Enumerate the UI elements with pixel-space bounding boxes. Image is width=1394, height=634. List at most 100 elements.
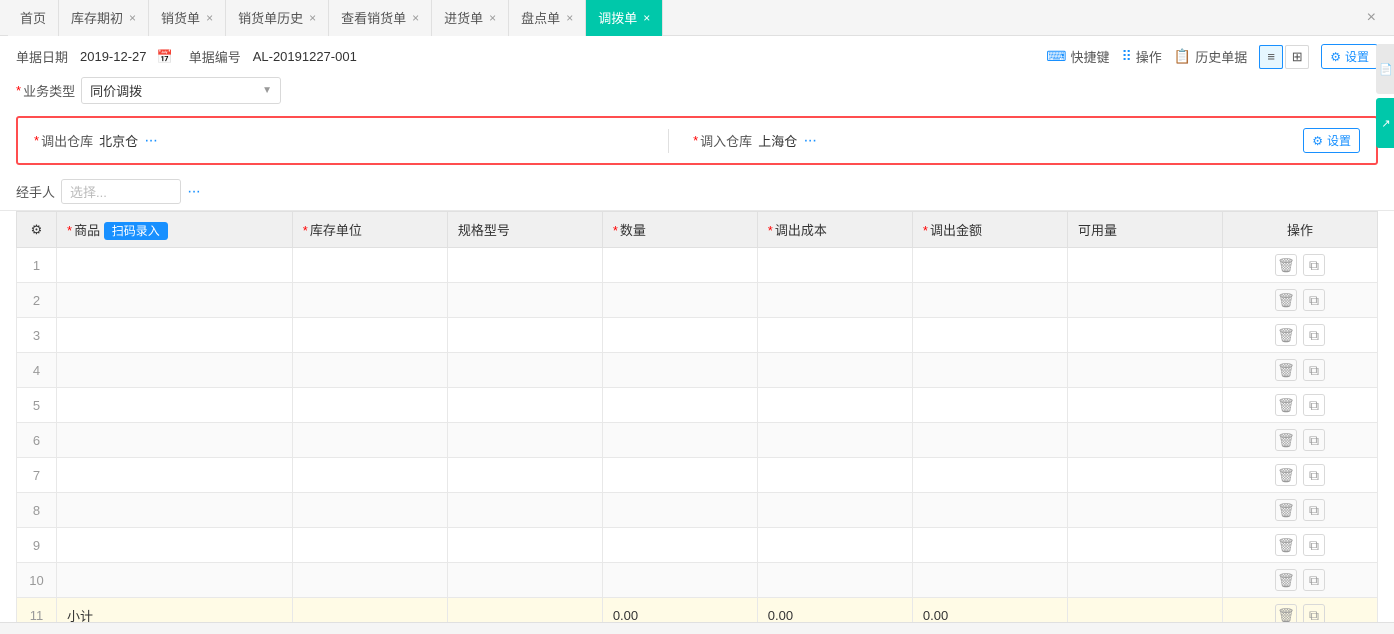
copy-icon[interactable]: ⧉ (1303, 499, 1325, 521)
cell-qty[interactable] (602, 458, 757, 493)
tab-close-transfer[interactable]: × (643, 11, 650, 25)
cell-qty[interactable] (602, 248, 757, 283)
calendar-icon[interactable]: 📅 (157, 49, 173, 65)
cell-available[interactable] (1068, 283, 1223, 318)
warehouse-settings-button[interactable]: ⚙ 设置 (1303, 128, 1360, 153)
delete-icon[interactable]: 🗑 (1275, 394, 1297, 416)
delete-icon[interactable]: 🗑 (1275, 254, 1297, 276)
copy-icon[interactable]: ⧉ (1303, 464, 1325, 486)
cell-available[interactable] (1068, 318, 1223, 353)
cell-available[interactable] (1068, 353, 1223, 388)
tab-sales-history[interactable]: 销货单历史 × (226, 0, 329, 36)
cell-qty[interactable] (602, 493, 757, 528)
cell-spec[interactable] (447, 493, 602, 528)
cell-unit[interactable] (292, 283, 447, 318)
copy-icon[interactable]: ⧉ (1303, 394, 1325, 416)
cell-product[interactable] (57, 248, 293, 283)
tab-close-purchase[interactable]: × (489, 11, 496, 25)
cell-cost[interactable] (757, 248, 912, 283)
cell-amount[interactable] (912, 283, 1067, 318)
cell-cost[interactable] (757, 423, 912, 458)
bottom-scrollbar[interactable] (0, 622, 1394, 634)
business-type-select[interactable]: 同价调拨 ▼ (81, 77, 281, 104)
tab-purchase[interactable]: 进货单 × (432, 0, 509, 36)
tab-sales-order[interactable]: 销货单 × (149, 0, 226, 36)
cell-available[interactable] (1068, 248, 1223, 283)
history-button[interactable]: 📋 历史单据 (1174, 47, 1247, 66)
cell-spec[interactable] (447, 563, 602, 598)
cell-spec[interactable] (447, 423, 602, 458)
cell-unit[interactable] (292, 528, 447, 563)
cell-product[interactable] (57, 423, 293, 458)
cell-available[interactable] (1068, 458, 1223, 493)
cell-amount[interactable] (912, 318, 1067, 353)
delete-icon[interactable]: 🗑 (1275, 429, 1297, 451)
delete-icon[interactable]: 🗑 (1275, 324, 1297, 346)
shortcuts-button[interactable]: ⌨ 快捷键 (1046, 47, 1109, 66)
delete-icon[interactable]: 🗑 (1275, 464, 1297, 486)
cell-unit[interactable] (292, 353, 447, 388)
cell-available[interactable] (1068, 528, 1223, 563)
cell-amount[interactable] (912, 493, 1067, 528)
cell-unit[interactable] (292, 563, 447, 598)
cell-unit[interactable] (292, 458, 447, 493)
cell-available[interactable] (1068, 423, 1223, 458)
delete-icon[interactable]: 🗑 (1275, 359, 1297, 381)
cell-product[interactable] (57, 563, 293, 598)
cell-product[interactable] (57, 388, 293, 423)
cell-cost[interactable] (757, 563, 912, 598)
cell-amount[interactable] (912, 458, 1067, 493)
delete-icon[interactable]: 🗑 (1275, 569, 1297, 591)
gear-icon[interactable]: ⚙ (31, 222, 43, 237)
copy-icon[interactable]: ⧉ (1303, 254, 1325, 276)
tab-view-sales[interactable]: 查看销货单 × (329, 0, 432, 36)
warehouse-in-value[interactable]: 上海仓 (758, 131, 797, 150)
cell-unit[interactable] (292, 318, 447, 353)
cell-amount[interactable] (912, 353, 1067, 388)
copy-icon[interactable]: ⧉ (1303, 289, 1325, 311)
cell-cost[interactable] (757, 283, 912, 318)
cell-available[interactable] (1068, 563, 1223, 598)
tab-inventory-count[interactable]: 盘点单 × (509, 0, 586, 36)
cell-qty[interactable] (602, 353, 757, 388)
cell-unit[interactable] (292, 493, 447, 528)
sidebar-doc-button[interactable]: 📄 (1376, 44, 1394, 94)
tab-close-sales-order[interactable]: × (206, 11, 213, 25)
view-grid-button[interactable]: ⊞ (1285, 45, 1309, 69)
tab-transfer[interactable]: 调拨单 × (586, 0, 663, 36)
settings-button[interactable]: ⚙ 设置 (1321, 44, 1378, 69)
cell-product[interactable] (57, 528, 293, 563)
handler-more-button[interactable]: ··· (187, 183, 200, 201)
handler-select[interactable]: 选择... (61, 179, 181, 204)
gear-header[interactable]: ⚙ (17, 212, 57, 248)
warehouse-in-more-button[interactable]: ··· (803, 132, 816, 150)
close-window-button[interactable]: × (1357, 9, 1386, 27)
cell-amount[interactable] (912, 248, 1067, 283)
sidebar-expand-button[interactable]: ↗ (1376, 98, 1394, 148)
cell-spec[interactable] (447, 528, 602, 563)
tab-close-inventory-count[interactable]: × (566, 11, 573, 25)
cell-cost[interactable] (757, 493, 912, 528)
cell-cost[interactable] (757, 528, 912, 563)
cell-spec[interactable] (447, 458, 602, 493)
cell-product[interactable] (57, 318, 293, 353)
copy-icon[interactable]: ⧉ (1303, 359, 1325, 381)
tab-close-view-sales[interactable]: × (412, 11, 419, 25)
cell-unit[interactable] (292, 388, 447, 423)
cell-product[interactable] (57, 353, 293, 388)
cell-spec[interactable] (447, 283, 602, 318)
cell-cost[interactable] (757, 318, 912, 353)
copy-icon[interactable]: ⧉ (1303, 429, 1325, 451)
cell-amount[interactable] (912, 528, 1067, 563)
cell-spec[interactable] (447, 353, 602, 388)
tab-close-sales-history[interactable]: × (309, 11, 316, 25)
view-list-button[interactable]: ≡ (1259, 45, 1283, 69)
cell-qty[interactable] (602, 563, 757, 598)
cell-amount[interactable] (912, 388, 1067, 423)
tab-home[interactable]: 首页 (8, 0, 59, 36)
scan-button[interactable]: 扫码录入 (104, 222, 168, 240)
cell-cost[interactable] (757, 353, 912, 388)
cell-spec[interactable] (447, 248, 602, 283)
operations-button[interactable]: ⠿ 操作 (1121, 47, 1161, 66)
cell-amount[interactable] (912, 423, 1067, 458)
